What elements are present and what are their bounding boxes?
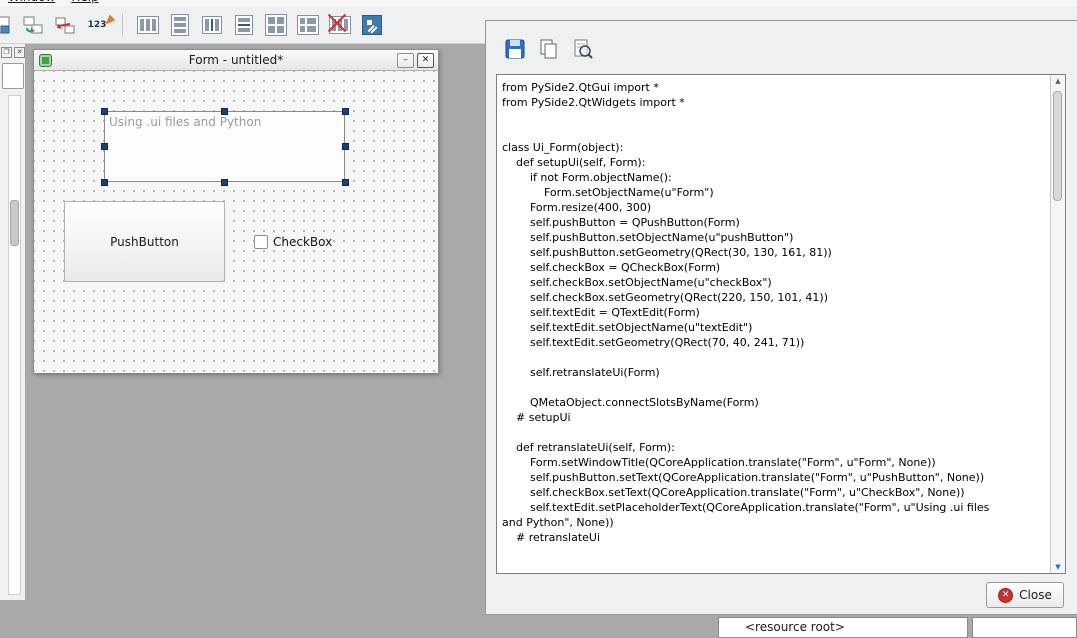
- layout-splitter-vertical-icon: [235, 15, 253, 35]
- preview-icon: [572, 38, 594, 60]
- selection-handle-se[interactable]: [342, 179, 349, 186]
- copy-icon: [538, 38, 560, 60]
- selection-handle-e[interactable]: [342, 143, 349, 150]
- layout-vertical-icon: [171, 14, 189, 36]
- break-layout-button[interactable]: [327, 12, 353, 38]
- close-icon: ✕: [422, 56, 430, 65]
- save-icon: [504, 38, 526, 60]
- selection-handle-ne[interactable]: [342, 108, 349, 115]
- textedit-placeholder: Using .ui files and Python: [109, 115, 344, 129]
- toolbar-separator: [122, 14, 123, 36]
- scroll-up-icon[interactable]: ▲: [1051, 77, 1065, 85]
- edit-widgets-icon: [0, 14, 12, 36]
- layout-grid-button[interactable]: [263, 12, 289, 38]
- checkbox-widget[interactable]: CheckBox: [254, 221, 355, 262]
- edit-buddies-button[interactable]: [52, 12, 78, 38]
- checkbox-indicator[interactable]: [254, 235, 268, 249]
- layout-vertically-button[interactable]: [167, 12, 193, 38]
- adjust-size-button[interactable]: [359, 12, 385, 38]
- close-button-label: Close: [1019, 588, 1052, 602]
- resource-browser: <resource root>: [718, 617, 968, 638]
- code-vertical-scrollbar[interactable]: ▲ ▼: [1050, 75, 1065, 573]
- edit-signals-slots-icon: [22, 14, 44, 36]
- checkbox-label: CheckBox: [273, 235, 332, 249]
- minimize-icon: –: [403, 56, 408, 65]
- generated-python-code: from PySide2.QtGui import * from PySide2…: [497, 75, 1050, 573]
- edit-tab-order-button[interactable]: 123: [84, 12, 110, 38]
- textedit-widget[interactable]: Using .ui files and Python: [104, 111, 345, 182]
- form-minimize-button[interactable]: –: [397, 53, 414, 68]
- selection-handle-s[interactable]: [221, 179, 228, 186]
- layout-grid-icon: [265, 14, 287, 36]
- break-layout-icon: [329, 16, 351, 34]
- layout-form-icon: [297, 15, 319, 35]
- edit-signals-slots-button[interactable]: [20, 12, 46, 38]
- layout-horizontally-button[interactable]: [135, 12, 161, 38]
- form-close-button[interactable]: ✕: [417, 53, 434, 68]
- preview-code-button[interactable]: [569, 35, 596, 62]
- layout-horizontal-icon: [137, 16, 159, 34]
- dock-float-icon: ❐: [3, 48, 9, 56]
- resource-file-panel: [972, 617, 1077, 638]
- view-code-dialog: from PySide2.QtGui import * from PySide2…: [485, 20, 1077, 615]
- menu-help[interactable]: Help: [71, 0, 98, 4]
- scroll-down-icon[interactable]: ▼: [1051, 563, 1065, 571]
- code-scroll-thumb[interactable]: [1053, 91, 1062, 201]
- layout-horizontal-splitter-button[interactable]: [199, 12, 225, 38]
- qt-designer-window: Window Help: [0, 0, 1077, 638]
- widget-box-dock: ❐ ✕: [0, 44, 25, 600]
- layout-splitter-horizontal-icon: [202, 16, 222, 34]
- selection-handle-sw[interactable]: [101, 179, 108, 186]
- dock-close-button[interactable]: ✕: [14, 47, 25, 58]
- selection-handle-nw[interactable]: [101, 108, 108, 115]
- layout-form-button[interactable]: [295, 12, 321, 38]
- copy-code-button[interactable]: [535, 35, 562, 62]
- edit-tab-order-icon: 123: [88, 20, 107, 30]
- dock-float-button[interactable]: ❐: [1, 47, 12, 58]
- resource-root-item[interactable]: <resource root>: [745, 620, 845, 634]
- save-code-button[interactable]: [501, 35, 528, 62]
- pushbutton-widget[interactable]: PushButton: [64, 201, 225, 282]
- widget-box-scrollbar[interactable]: [8, 95, 21, 595]
- selection-handle-n[interactable]: [221, 108, 228, 115]
- form-titlebar[interactable]: Form - untitled* – ✕: [34, 50, 438, 71]
- code-view[interactable]: from PySide2.QtGui import * from PySide2…: [496, 74, 1066, 574]
- menu-window[interactable]: Window: [8, 0, 55, 4]
- form-canvas[interactable]: Using .ui files and Python PushButton Ch…: [34, 71, 438, 373]
- adjust-size-icon: [362, 15, 382, 35]
- selection-handle-w[interactable]: [101, 143, 108, 150]
- form-editor-window: Form - untitled* – ✕ Using .ui files and…: [33, 49, 439, 373]
- widget-box-scroll-thumb[interactable]: [10, 200, 19, 246]
- edit-widgets-button[interactable]: [0, 12, 14, 38]
- dock-close-icon: ✕: [17, 48, 23, 56]
- form-window-title: Form - untitled*: [34, 53, 438, 67]
- close-circle-icon: ✕: [998, 588, 1013, 603]
- widget-filter-input[interactable]: [2, 63, 24, 89]
- close-button[interactable]: ✕ Close: [986, 582, 1064, 608]
- edit-buddies-icon: [54, 14, 76, 36]
- layout-vertical-splitter-button[interactable]: [231, 12, 257, 38]
- pushbutton-label: PushButton: [110, 235, 179, 249]
